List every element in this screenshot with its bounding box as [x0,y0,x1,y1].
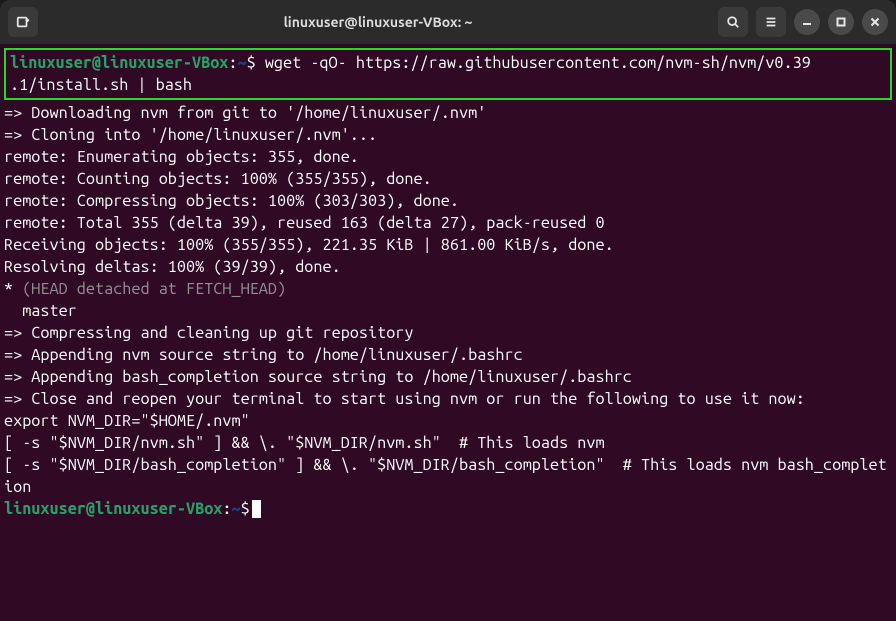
command-line-1: linuxuser@linuxuser-VBox:~$ wget -qO- ht… [10,52,886,74]
terminal-body[interactable]: linuxuser@linuxuser-VBox:~$ wget -qO- ht… [0,44,896,621]
output-line: [ -s "$NVM_DIR/bash_completion" ] && \. … [4,454,892,498]
prompt-sep: : [222,500,231,518]
output-line: => Compressing and cleaning up git repos… [4,322,892,344]
menu-button[interactable] [756,7,786,37]
prompt-userhost: linuxuser@linuxuser-VBox [4,500,222,518]
output-line: [ -s "$NVM_DIR/nvm.sh" ] && \. "$NVM_DIR… [4,432,892,454]
prompt-dollar: $ [247,54,256,72]
prompt-path: ~ [238,54,247,72]
command-line-2: .1/install.sh | bash [10,74,886,96]
search-button[interactable] [718,7,748,37]
prompt-path: ~ [232,500,241,518]
output-line: => Close and reopen your terminal to sta… [4,388,892,410]
output-line: * (HEAD detached at FETCH_HEAD) [4,278,892,300]
output-line: remote: Enumerating objects: 355, done. [4,146,892,168]
titlebar: linuxuser@linuxuser-VBox: ~ [0,0,896,44]
head-detached-note: (HEAD detached at FETCH_HEAD) [22,280,286,298]
output-line: remote: Counting objects: 100% (355/355)… [4,168,892,190]
minimize-button[interactable] [794,9,820,35]
command-text-1: wget -qO- https://raw.githubusercontent.… [256,54,811,72]
output-line: remote: Total 355 (delta 39), reused 163… [4,212,892,234]
new-tab-button[interactable] [8,7,38,37]
output-line: export NVM_DIR="$HOME/.nvm" [4,410,892,432]
output-line: master [4,300,892,322]
output-line: => Appending bash_completion source stri… [4,366,892,388]
maximize-button[interactable] [828,9,854,35]
prompt-dollar: $ [241,500,250,518]
output-line: remote: Compressing objects: 100% (303/3… [4,190,892,212]
close-button[interactable] [862,9,888,35]
cursor [252,500,261,518]
window-title: linuxuser@linuxuser-VBox: ~ [44,14,712,30]
prompt-line: linuxuser@linuxuser-VBox:~$ [4,498,892,520]
prompt-userhost: linuxuser@linuxuser-VBox [10,54,228,72]
output-line: => Downloading nvm from git to '/home/li… [4,102,892,124]
prompt-sep: : [228,54,237,72]
output-line: => Appending nvm source string to /home/… [4,344,892,366]
terminal-window: linuxuser@linuxuser-VBox: ~ linuxuser@li… [0,0,896,621]
highlighted-command: linuxuser@linuxuser-VBox:~$ wget -qO- ht… [4,48,892,100]
output-line: Receiving objects: 100% (355/355), 221.3… [4,234,892,256]
output-line: => Cloning into '/home/linuxuser/.nvm'..… [4,124,892,146]
output-line: Resolving deltas: 100% (39/39), done. [4,256,892,278]
branch-star: * [4,280,22,298]
